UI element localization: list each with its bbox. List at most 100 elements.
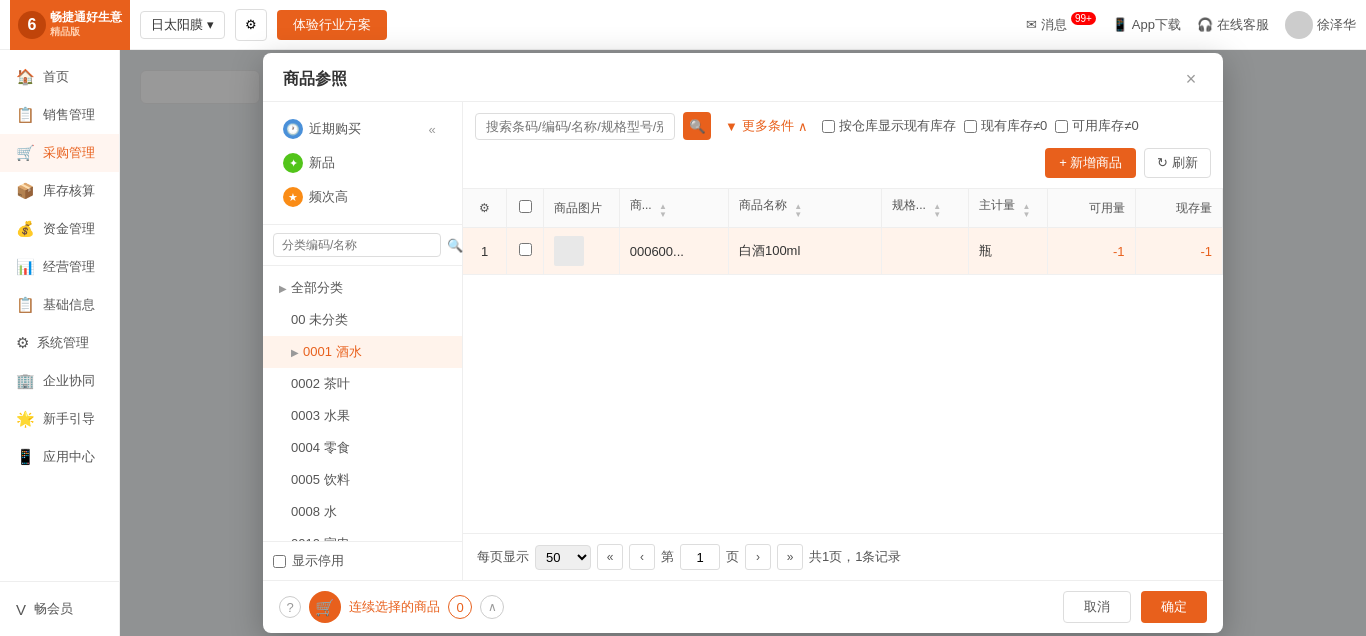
show-disabled-checkbox[interactable] bbox=[273, 555, 286, 568]
trial-button[interactable]: 体验行业方案 bbox=[277, 10, 387, 40]
last-page-button[interactable]: » bbox=[777, 544, 803, 570]
sidebar-label-operations: 经营管理 bbox=[43, 258, 95, 276]
member-icon: V bbox=[16, 601, 26, 618]
app-download-label: App下载 bbox=[1132, 16, 1181, 34]
page-suffix: 页 bbox=[726, 548, 739, 566]
next-page-icon: › bbox=[756, 550, 760, 564]
dialog-close-button[interactable]: × bbox=[1179, 67, 1203, 91]
avail-ne0-checkbox[interactable] bbox=[1055, 120, 1068, 133]
pagination: 每页显示 50 10 20 100 « ‹ bbox=[463, 533, 1223, 580]
help-button[interactable]: ? bbox=[279, 596, 301, 618]
avail-ne0-label: 可用库存≠0 bbox=[1072, 117, 1138, 135]
messages-button[interactable]: ✉ 消息 99+ bbox=[1026, 16, 1096, 34]
sidebar-item-guide[interactable]: 🌟 新手引导 bbox=[0, 400, 119, 438]
sidebar-item-enterprise[interactable]: 🏢 企业协同 bbox=[0, 362, 119, 400]
page-size-select[interactable]: 50 10 20 100 bbox=[535, 545, 591, 570]
product-table: ⚙ 商品图片 bbox=[463, 189, 1223, 275]
message-label: 消息 bbox=[1041, 16, 1067, 34]
quick-item-frequent[interactable]: ★ 频次高 bbox=[273, 180, 452, 214]
user-button[interactable]: 徐泽华 bbox=[1285, 11, 1356, 39]
tree-label-0004: 0004 零食 bbox=[291, 439, 350, 457]
first-page-button[interactable]: « bbox=[597, 544, 623, 570]
sidebar-item-basics[interactable]: 📋 基础信息 bbox=[0, 286, 119, 324]
online-service-button[interactable]: 🎧 在线客服 bbox=[1197, 16, 1269, 34]
warehouse-checkbox[interactable] bbox=[822, 120, 835, 133]
cancel-button[interactable]: 取消 bbox=[1063, 591, 1131, 623]
product-search-button[interactable]: 🔍 bbox=[683, 112, 711, 140]
category-search-icon[interactable]: 🔍 bbox=[447, 238, 463, 253]
sidebar-item-sales[interactable]: 📋 销售管理 bbox=[0, 96, 119, 134]
tree-item-0001[interactable]: ▶ 0001 酒水 bbox=[263, 336, 462, 368]
right-panel: 🔍 ▼ 更多条件 ∧ 按仓库显示现有库存 bbox=[463, 102, 1223, 580]
th-avail[interactable]: 可用量 bbox=[1048, 189, 1135, 228]
inventory-icon: 📦 bbox=[16, 182, 35, 200]
quick-label-recent: 近期购买 bbox=[309, 120, 361, 138]
filter-label: 更多条件 bbox=[742, 117, 794, 135]
sidebar-item-purchase[interactable]: 🛒 采购管理 bbox=[0, 134, 119, 172]
quick-access: 🕐 近期购买 « ✦ 新品 ★ 频次高 bbox=[263, 102, 462, 225]
tree-item-0010[interactable]: 0010 家电 bbox=[263, 528, 462, 541]
tree-item-0004[interactable]: 0004 零食 bbox=[263, 432, 462, 464]
product-search-input[interactable] bbox=[475, 113, 675, 140]
prev-page-button[interactable]: ‹ bbox=[629, 544, 655, 570]
tree-item-0002[interactable]: 0002 茶叶 bbox=[263, 368, 462, 400]
finance-icon: 💰 bbox=[16, 220, 35, 238]
avail-ne0-filter: 可用库存≠0 bbox=[1055, 117, 1138, 135]
sidebar-item-inventory[interactable]: 📦 库存核算 bbox=[0, 172, 119, 210]
table-row[interactable]: 1 000600... 白酒100ml bbox=[463, 228, 1223, 275]
tree-item-0005[interactable]: 0005 饮料 bbox=[263, 464, 462, 496]
th-unit[interactable]: 主计量 ▲▼ bbox=[969, 189, 1048, 228]
sidebar-label-appstore: 应用中心 bbox=[43, 448, 95, 466]
refresh-button[interactable]: ↻ 刷新 bbox=[1144, 148, 1211, 178]
th-stock[interactable]: 现存量 bbox=[1135, 189, 1222, 228]
logo: 6 畅捷通好生意 精品版 bbox=[10, 0, 130, 50]
show-disabled-row: 显示停用 bbox=[273, 552, 452, 570]
add-product-button[interactable]: + 新增商品 bbox=[1045, 148, 1136, 178]
tree-item-0008[interactable]: 0008 水 bbox=[263, 496, 462, 528]
tree-item-00[interactable]: 00 未分类 bbox=[263, 304, 462, 336]
quick-item-recent[interactable]: 🕐 近期购买 « bbox=[273, 112, 452, 146]
settings-button[interactable]: ⚙ bbox=[235, 9, 267, 41]
more-filters-button[interactable]: ▼ 更多条件 ∧ bbox=[719, 113, 814, 139]
confirm-button[interactable]: 确定 bbox=[1141, 591, 1207, 623]
page-number-input[interactable] bbox=[680, 544, 720, 570]
tree-item-all[interactable]: ▶ 全部分类 bbox=[263, 272, 462, 304]
th-name[interactable]: 商品名称 ▲▼ bbox=[728, 189, 881, 228]
th-spec[interactable]: 规格... ▲▼ bbox=[881, 189, 968, 228]
sidebar-item-system[interactable]: ⚙ 系统管理 bbox=[0, 324, 119, 362]
stock-ne0-checkbox[interactable] bbox=[964, 120, 977, 133]
stock-ne0-label: 现有库存≠0 bbox=[981, 117, 1047, 135]
settings-icon[interactable]: ⚙ bbox=[479, 201, 490, 215]
row-checkbox[interactable] bbox=[519, 243, 532, 256]
phone-icon: 📱 bbox=[1112, 17, 1128, 32]
tree-label-0002: 0002 茶叶 bbox=[291, 375, 350, 393]
sidebar-item-member[interactable]: V 畅会员 bbox=[0, 590, 119, 628]
online-service-label: 在线客服 bbox=[1217, 16, 1269, 34]
quick-item-new[interactable]: ✦ 新品 bbox=[273, 146, 452, 180]
next-page-button[interactable]: › bbox=[745, 544, 771, 570]
category-search-input[interactable] bbox=[273, 233, 441, 257]
sidebar-item-appstore[interactable]: 📱 应用中心 bbox=[0, 438, 119, 476]
filter-icon: ▼ bbox=[725, 119, 738, 134]
app-download-button[interactable]: 📱 App下载 bbox=[1112, 16, 1181, 34]
cart-text: 连续选择的商品 bbox=[349, 598, 440, 616]
sidebar-item-finance[interactable]: 💰 资金管理 bbox=[0, 210, 119, 248]
username-label: 徐泽华 bbox=[1317, 16, 1356, 34]
sidebar-item-operations[interactable]: 📊 经营管理 bbox=[0, 248, 119, 286]
select-all-checkbox[interactable] bbox=[519, 200, 532, 213]
logo-name: 畅捷通好生意 bbox=[50, 10, 122, 26]
total-info: 共1页，1条记录 bbox=[809, 548, 901, 566]
tree-item-0003[interactable]: 0003 水果 bbox=[263, 400, 462, 432]
cell-check bbox=[507, 228, 544, 275]
collapse-button[interactable]: « bbox=[422, 119, 442, 139]
cart-icon: 🛒 bbox=[309, 591, 341, 623]
th-settings: ⚙ bbox=[463, 189, 507, 228]
sidebar-item-home[interactable]: 🏠 首页 bbox=[0, 58, 119, 96]
th-code[interactable]: 商... ▲▼ bbox=[619, 189, 728, 228]
store-selector[interactable]: 日太阳膜 ▾ bbox=[140, 11, 225, 39]
category-search-row: 🔍 bbox=[263, 225, 462, 266]
footer-right: 取消 确定 bbox=[1063, 591, 1207, 623]
toolbar: 🔍 ▼ 更多条件 ∧ 按仓库显示现有库存 bbox=[463, 102, 1223, 189]
footer-collapse-button[interactable]: ∧ bbox=[480, 595, 504, 619]
dialog-header: 商品参照 × bbox=[263, 53, 1223, 102]
